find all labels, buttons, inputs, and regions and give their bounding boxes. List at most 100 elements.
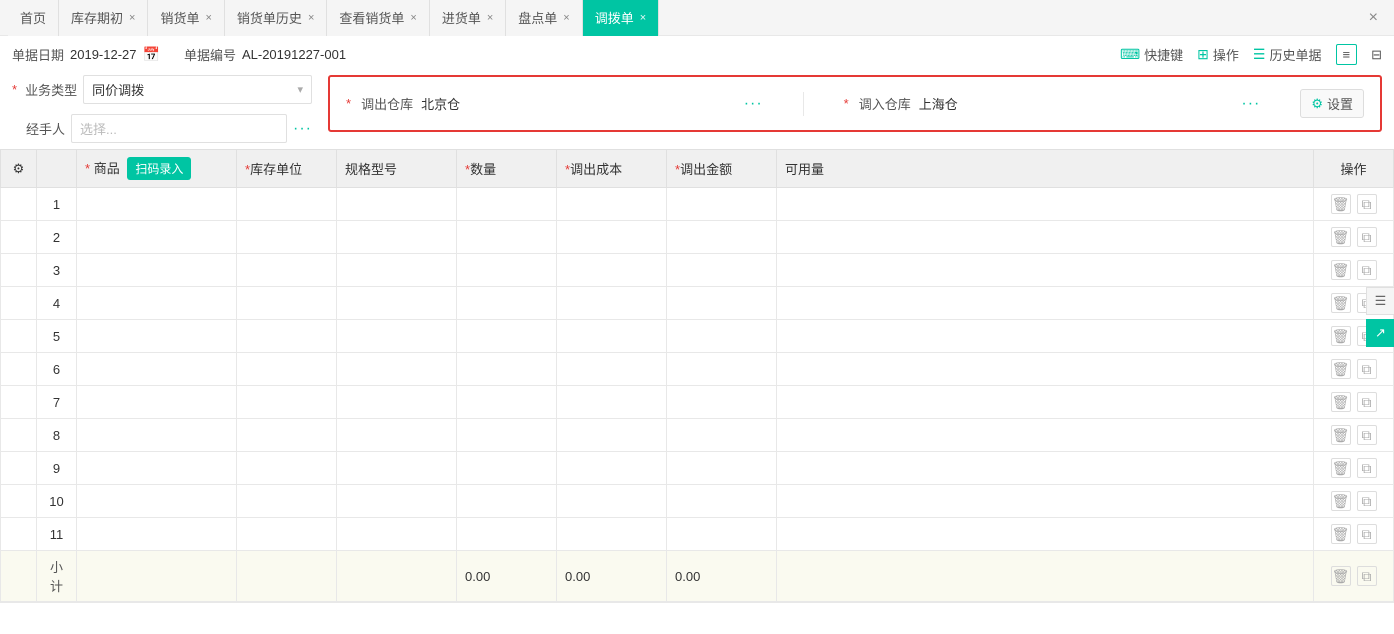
source-more-btn[interactable]: ··· bbox=[744, 95, 763, 113]
operations-action[interactable]: ⊞ 操作 bbox=[1197, 45, 1239, 64]
handler-select[interactable]: 选择... bbox=[71, 114, 287, 143]
row-avail-3[interactable] bbox=[777, 254, 1314, 287]
row-spec-7[interactable] bbox=[337, 386, 457, 419]
copy-btn-10[interactable]: ⧉ bbox=[1357, 491, 1377, 511]
close-transfer-order[interactable]: × bbox=[640, 12, 646, 24]
row-avail-6[interactable] bbox=[777, 353, 1314, 386]
delete-btn-2[interactable]: 🗑 bbox=[1331, 227, 1351, 247]
delete-btn-4[interactable]: 🗑 bbox=[1331, 293, 1351, 313]
copy-btn-3[interactable]: ⧉ bbox=[1357, 260, 1377, 280]
float-list-btn[interactable]: ☰ bbox=[1366, 287, 1394, 315]
row-spec-4[interactable] bbox=[337, 287, 457, 320]
delete-btn-8[interactable]: 🗑 bbox=[1331, 425, 1351, 445]
row-cost-2[interactable] bbox=[557, 221, 667, 254]
tab-inventory-init[interactable]: 库存期初 × bbox=[59, 0, 148, 36]
tab-purchase-order[interactable]: 进货单 × bbox=[430, 0, 506, 36]
row-cost-5[interactable] bbox=[557, 320, 667, 353]
row-cost-7[interactable] bbox=[557, 386, 667, 419]
row-qty-8[interactable] bbox=[457, 419, 557, 452]
row-unit-8[interactable] bbox=[237, 419, 337, 452]
copy-btn-11[interactable]: ⧉ bbox=[1357, 524, 1377, 544]
col-gear-header[interactable]: ⚙ bbox=[1, 150, 37, 188]
row-qty-2[interactable] bbox=[457, 221, 557, 254]
row-product-7[interactable] bbox=[77, 386, 237, 419]
tab-transfer-order[interactable]: 调拨单 × bbox=[583, 0, 659, 36]
row-cost-8[interactable] bbox=[557, 419, 667, 452]
row-spec-1[interactable] bbox=[337, 188, 457, 221]
row-unit-11[interactable] bbox=[237, 518, 337, 551]
row-unit-1[interactable] bbox=[237, 188, 337, 221]
row-amount-9[interactable] bbox=[667, 452, 777, 485]
row-qty-7[interactable] bbox=[457, 386, 557, 419]
row-amount-11[interactable] bbox=[667, 518, 777, 551]
float-external-btn[interactable]: ↗ bbox=[1366, 319, 1394, 347]
tab-sales-history[interactable]: 销货单历史 × bbox=[225, 0, 327, 36]
row-spec-5[interactable] bbox=[337, 320, 457, 353]
row-product-6[interactable] bbox=[77, 353, 237, 386]
row-avail-4[interactable] bbox=[777, 287, 1314, 320]
row-product-10[interactable] bbox=[77, 485, 237, 518]
row-unit-2[interactable] bbox=[237, 221, 337, 254]
copy-btn-1[interactable]: ⧉ bbox=[1357, 194, 1377, 214]
row-amount-4[interactable] bbox=[667, 287, 777, 320]
subtotal-copy-btn[interactable]: ⧉ bbox=[1357, 566, 1377, 586]
row-avail-11[interactable] bbox=[777, 518, 1314, 551]
tab-home[interactable]: 首页 bbox=[8, 0, 59, 36]
copy-btn-8[interactable]: ⧉ bbox=[1357, 425, 1377, 445]
row-spec-9[interactable] bbox=[337, 452, 457, 485]
row-amount-7[interactable] bbox=[667, 386, 777, 419]
row-amount-2[interactable] bbox=[667, 221, 777, 254]
row-qty-11[interactable] bbox=[457, 518, 557, 551]
row-unit-10[interactable] bbox=[237, 485, 337, 518]
row-unit-4[interactable] bbox=[237, 287, 337, 320]
row-qty-4[interactable] bbox=[457, 287, 557, 320]
row-amount-5[interactable] bbox=[667, 320, 777, 353]
delete-btn-6[interactable]: 🗑 bbox=[1331, 359, 1351, 379]
row-product-8[interactable] bbox=[77, 419, 237, 452]
copy-btn-6[interactable]: ⧉ bbox=[1357, 359, 1377, 379]
row-spec-11[interactable] bbox=[337, 518, 457, 551]
subtotal-delete-btn[interactable]: 🗑 bbox=[1331, 566, 1351, 586]
row-qty-1[interactable] bbox=[457, 188, 557, 221]
row-product-4[interactable] bbox=[77, 287, 237, 320]
scan-button[interactable]: 扫码录入 bbox=[127, 157, 191, 180]
row-unit-5[interactable] bbox=[237, 320, 337, 353]
row-product-3[interactable] bbox=[77, 254, 237, 287]
delete-btn-3[interactable]: 🗑 bbox=[1331, 260, 1351, 280]
close-inventory-init[interactable]: × bbox=[129, 12, 135, 24]
row-avail-1[interactable] bbox=[777, 188, 1314, 221]
row-spec-6[interactable] bbox=[337, 353, 457, 386]
row-amount-8[interactable] bbox=[667, 419, 777, 452]
row-product-2[interactable] bbox=[77, 221, 237, 254]
row-product-5[interactable] bbox=[77, 320, 237, 353]
date-value[interactable]: 2019-12-27 bbox=[70, 47, 137, 62]
close-inventory-check[interactable]: × bbox=[563, 12, 569, 24]
row-qty-5[interactable] bbox=[457, 320, 557, 353]
tab-sales-order[interactable]: 销货单 × bbox=[148, 0, 224, 36]
row-unit-6[interactable] bbox=[237, 353, 337, 386]
row-product-9[interactable] bbox=[77, 452, 237, 485]
row-amount-1[interactable] bbox=[667, 188, 777, 221]
layout1-action[interactable]: ≡ bbox=[1336, 44, 1358, 65]
row-cost-9[interactable] bbox=[557, 452, 667, 485]
row-qty-3[interactable] bbox=[457, 254, 557, 287]
delete-btn-1[interactable]: 🗑 bbox=[1331, 194, 1351, 214]
handler-more-btn[interactable]: ··· bbox=[293, 120, 312, 138]
layout2-action[interactable]: ⊟ bbox=[1371, 47, 1382, 63]
row-amount-3[interactable] bbox=[667, 254, 777, 287]
copy-btn-9[interactable]: ⧉ bbox=[1357, 458, 1377, 478]
target-warehouse-value[interactable]: 上海仓 bbox=[919, 94, 958, 113]
close-sales-history[interactable]: × bbox=[308, 12, 314, 24]
row-spec-10[interactable] bbox=[337, 485, 457, 518]
target-more-btn[interactable]: ··· bbox=[1241, 95, 1260, 113]
business-type-select[interactable]: 同价调拨 ▾ bbox=[83, 75, 312, 104]
tab-inventory-check[interactable]: 盘点单 × bbox=[506, 0, 582, 36]
row-avail-7[interactable] bbox=[777, 386, 1314, 419]
row-avail-8[interactable] bbox=[777, 419, 1314, 452]
delete-btn-11[interactable]: 🗑 bbox=[1331, 524, 1351, 544]
shortcuts-action[interactable]: ⌨ 快捷键 bbox=[1120, 45, 1183, 64]
history-action[interactable]: ☰ 历史单据 bbox=[1253, 45, 1322, 64]
row-avail-2[interactable] bbox=[777, 221, 1314, 254]
row-spec-8[interactable] bbox=[337, 419, 457, 452]
source-warehouse-value[interactable]: 北京仓 bbox=[421, 94, 460, 113]
